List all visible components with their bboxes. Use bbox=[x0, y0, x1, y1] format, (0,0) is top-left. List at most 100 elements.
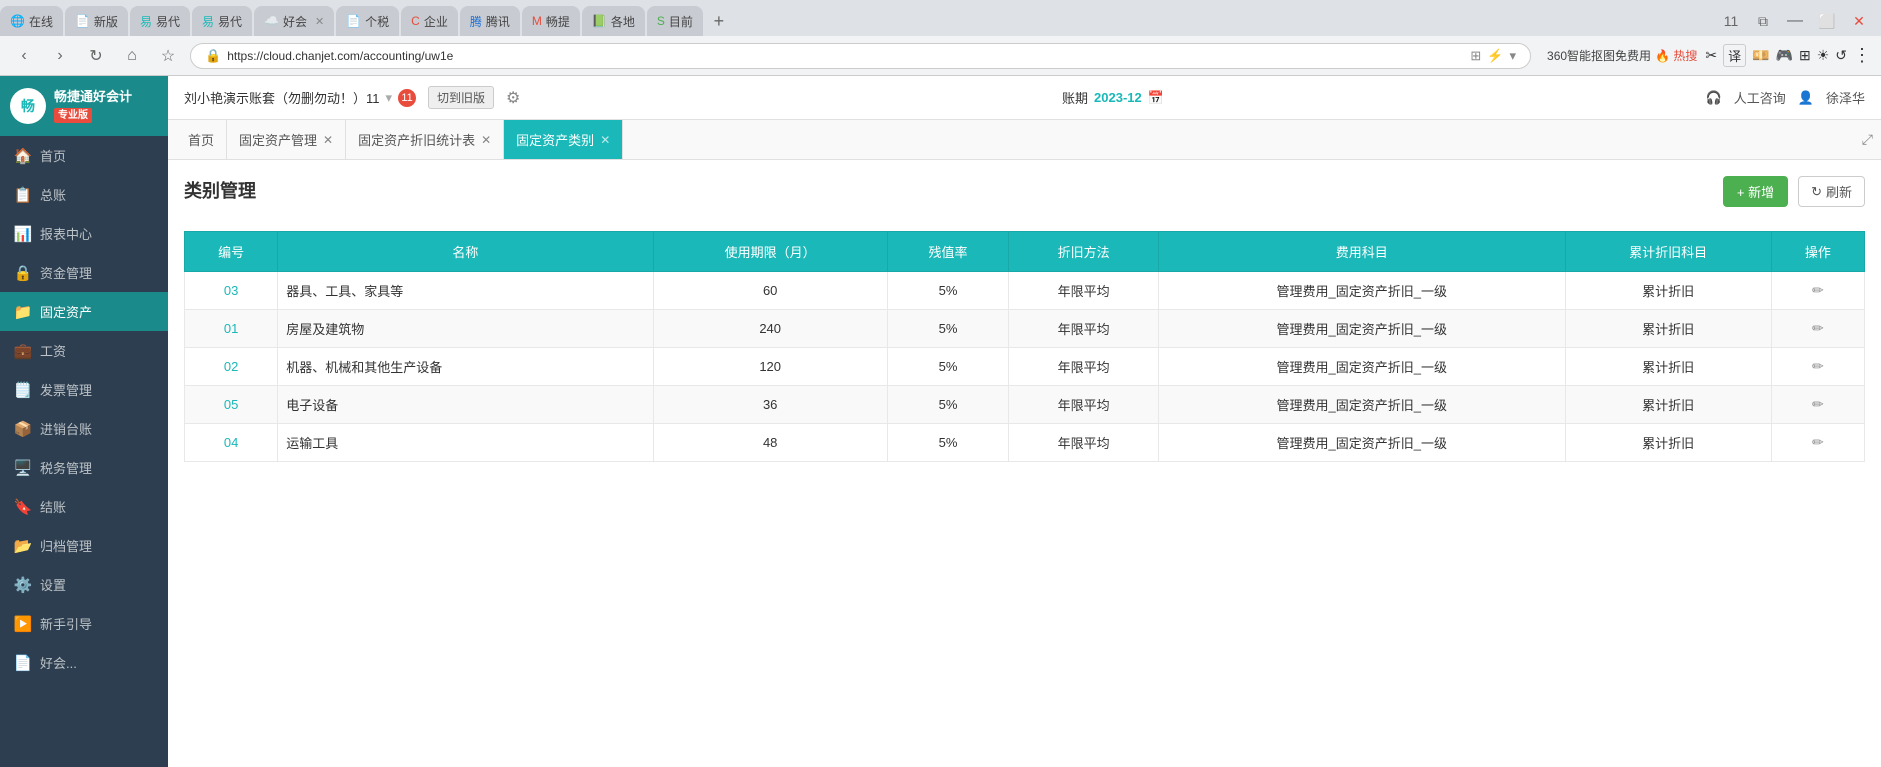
tab-close-all-button[interactable]: — bbox=[1783, 9, 1807, 33]
edit-button[interactable]: ✏ bbox=[1812, 282, 1824, 298]
tab-gedi[interactable]: 📗 各地 bbox=[582, 6, 645, 36]
refresh-button[interactable]: ↻ 刷新 bbox=[1798, 176, 1865, 207]
home-button[interactable]: ⌂ bbox=[118, 42, 146, 70]
calendar-icon[interactable]: 📅 bbox=[1148, 90, 1164, 106]
edit-button[interactable]: ✏ bbox=[1812, 320, 1824, 336]
url-text: https://cloud.chanjet.com/accounting/uw1… bbox=[227, 49, 1464, 63]
sidebar-item-ledger[interactable]: 📋 总账 bbox=[0, 175, 168, 214]
add-category-button[interactable]: + 新增 bbox=[1723, 176, 1788, 207]
tab-home[interactable]: 首页 bbox=[176, 120, 227, 159]
minimize-button[interactable]: 11 bbox=[1719, 9, 1743, 33]
tab-xinban[interactable]: 📄 新版 bbox=[65, 6, 128, 36]
edit-button[interactable]: ✏ bbox=[1812, 396, 1824, 412]
tab-close-haohui[interactable]: ✕ bbox=[315, 15, 324, 28]
tab-haohui[interactable]: ☁️ 好会 ✕ bbox=[254, 6, 334, 36]
assets-icon: 📁 bbox=[14, 303, 32, 321]
cell-period: 36 bbox=[653, 386, 887, 424]
tab-asset-manage[interactable]: 固定资产管理 ✕ bbox=[227, 120, 346, 159]
sidebar-item-archive[interactable]: 📂 归档管理 bbox=[0, 526, 168, 565]
browser-toolbar: ✂ 译 💴 🎮 ⊞ ☀ ↺ ⋮ bbox=[1705, 44, 1871, 67]
cell-action[interactable]: ✏ bbox=[1771, 272, 1864, 310]
tab-yidai2[interactable]: 易 易代 bbox=[192, 6, 252, 36]
switch-version-button[interactable]: 切到旧版 bbox=[428, 86, 494, 109]
edit-button[interactable]: ✏ bbox=[1812, 358, 1824, 374]
sidebar-item-payroll[interactable]: 💼 工资 bbox=[0, 331, 168, 370]
consult-label[interactable]: 人工咨询 bbox=[1734, 88, 1786, 107]
translate-icon[interactable]: 译 bbox=[1723, 44, 1746, 67]
sidebar-item-sales[interactable]: 📦 进销台账 bbox=[0, 409, 168, 448]
new-tab-button[interactable]: + bbox=[705, 7, 733, 35]
sidebar-item-tax[interactable]: 🖥️ 税务管理 bbox=[0, 448, 168, 487]
tab-restore-button[interactable]: ⧉ bbox=[1751, 9, 1775, 33]
tab-icon: 📗 bbox=[592, 14, 607, 28]
tab-label: 目前 bbox=[669, 13, 693, 30]
sidebar-item-closing[interactable]: 🔖 结账 bbox=[0, 487, 168, 526]
search-area[interactable]: 360智能抠图免费用 🔥 热搜 bbox=[1547, 47, 1697, 64]
sidebar-item-guide[interactable]: ▶️ 新手引导 bbox=[0, 604, 168, 643]
cell-action[interactable]: ✏ bbox=[1771, 348, 1864, 386]
sidebar-item-invoice[interactable]: 🗒️ 发票管理 bbox=[0, 370, 168, 409]
sidebar-item-home[interactable]: 🏠 首页 bbox=[0, 136, 168, 175]
tab-gesui[interactable]: 📄 个税 bbox=[336, 6, 399, 36]
history-icon[interactable]: ↺ bbox=[1835, 47, 1847, 64]
cell-code: 03 bbox=[185, 272, 278, 310]
cell-method: 年限平均 bbox=[1009, 424, 1159, 462]
grid-icon[interactable]: ⊞ bbox=[1799, 47, 1811, 64]
forward-button[interactable]: › bbox=[46, 42, 74, 70]
cell-code: 04 bbox=[185, 424, 278, 462]
back-button[interactable]: ‹ bbox=[10, 42, 38, 70]
tab-asset-category[interactable]: 固定资产类别 ✕ bbox=[504, 120, 623, 159]
sidebar-item-haohui[interactable]: 📄 好会... bbox=[0, 643, 168, 682]
sidebar-item-assets[interactable]: 📁 固定资产 bbox=[0, 292, 168, 331]
reload-button[interactable]: ↻ bbox=[82, 42, 110, 70]
logo-name: 畅捷通好会计 bbox=[54, 89, 132, 106]
settings-gear-icon[interactable]: ⚙ bbox=[506, 88, 520, 108]
maximize-content-button[interactable]: ⤢ bbox=[1862, 131, 1873, 148]
game-icon[interactable]: 🎮 bbox=[1776, 47, 1793, 64]
tab-muqian[interactable]: S 目前 bbox=[647, 6, 703, 36]
cell-name: 机器、机械和其他生产设备 bbox=[278, 348, 653, 386]
sidebar-label-invoice: 发票管理 bbox=[40, 380, 92, 399]
maximize-window-button[interactable]: ⬜ bbox=[1815, 9, 1839, 33]
cut-icon[interactable]: ✂ bbox=[1705, 47, 1717, 64]
tab-label: 腾讯 bbox=[486, 13, 510, 30]
invoice-icon: 🗒️ bbox=[14, 381, 32, 399]
tab-depreciation-table[interactable]: 固定资产折旧统计表 ✕ bbox=[346, 120, 504, 159]
cell-expense: 管理费用_固定资产折旧_一级 bbox=[1158, 424, 1565, 462]
cell-expense: 管理费用_固定资产折旧_一级 bbox=[1158, 272, 1565, 310]
payroll-icon: 💼 bbox=[14, 342, 32, 360]
url-input[interactable]: 🔒 https://cloud.chanjet.com/accounting/u… bbox=[190, 43, 1531, 69]
tab-yidai1[interactable]: 易 易代 bbox=[130, 6, 190, 36]
cell-action[interactable]: ✏ bbox=[1771, 386, 1864, 424]
more-icon[interactable]: ⋮ bbox=[1853, 45, 1871, 66]
sidebar-label-assets: 固定资产 bbox=[40, 302, 92, 321]
main-content: 刘小艳演示账套（勿删勿动！）11 ▾ 11 切到旧版 ⚙ 账期 2023-12 … bbox=[168, 76, 1881, 767]
sidebar-label-reports: 报表中心 bbox=[40, 224, 92, 243]
tab-close-asset-manage[interactable]: ✕ bbox=[323, 133, 333, 147]
tab-close-depreciation[interactable]: ✕ bbox=[481, 133, 491, 147]
close-window-button[interactable]: ✕ bbox=[1847, 9, 1871, 33]
dropdown-chevron-icon: ▾ bbox=[386, 90, 393, 106]
refresh-icon: ↻ bbox=[1811, 184, 1822, 200]
cell-method: 年限平均 bbox=[1009, 272, 1159, 310]
sidebar-item-funds[interactable]: 🔒 资金管理 bbox=[0, 253, 168, 292]
sun-icon[interactable]: ☀ bbox=[1817, 47, 1830, 64]
ledger-icon: 📋 bbox=[14, 186, 32, 204]
sidebar-item-settings[interactable]: ⚙️ 设置 bbox=[0, 565, 168, 604]
sidebar-label-funds: 资金管理 bbox=[40, 263, 92, 282]
sidebar-item-reports[interactable]: 📊 报表中心 bbox=[0, 214, 168, 253]
tab-qiye[interactable]: C 企业 bbox=[401, 6, 458, 36]
edit-button[interactable]: ✏ bbox=[1812, 434, 1824, 450]
cell-action[interactable]: ✏ bbox=[1771, 424, 1864, 462]
cell-residual: 5% bbox=[887, 424, 1008, 462]
closing-icon: 🔖 bbox=[14, 498, 32, 516]
cell-period: 240 bbox=[653, 310, 887, 348]
cell-action[interactable]: ✏ bbox=[1771, 310, 1864, 348]
wallet-icon[interactable]: 💴 bbox=[1752, 47, 1769, 64]
tab-close-asset-category[interactable]: ✕ bbox=[600, 133, 610, 147]
tab-tengxun[interactable]: 腾 腾讯 bbox=[460, 6, 520, 36]
tab-changti[interactable]: M 畅提 bbox=[522, 6, 580, 36]
tab-zaixin[interactable]: 🌐 在线 bbox=[0, 6, 63, 36]
tab-asset-category-label: 固定资产类别 bbox=[516, 130, 594, 149]
bookmark-button[interactable]: ☆ bbox=[154, 42, 182, 70]
